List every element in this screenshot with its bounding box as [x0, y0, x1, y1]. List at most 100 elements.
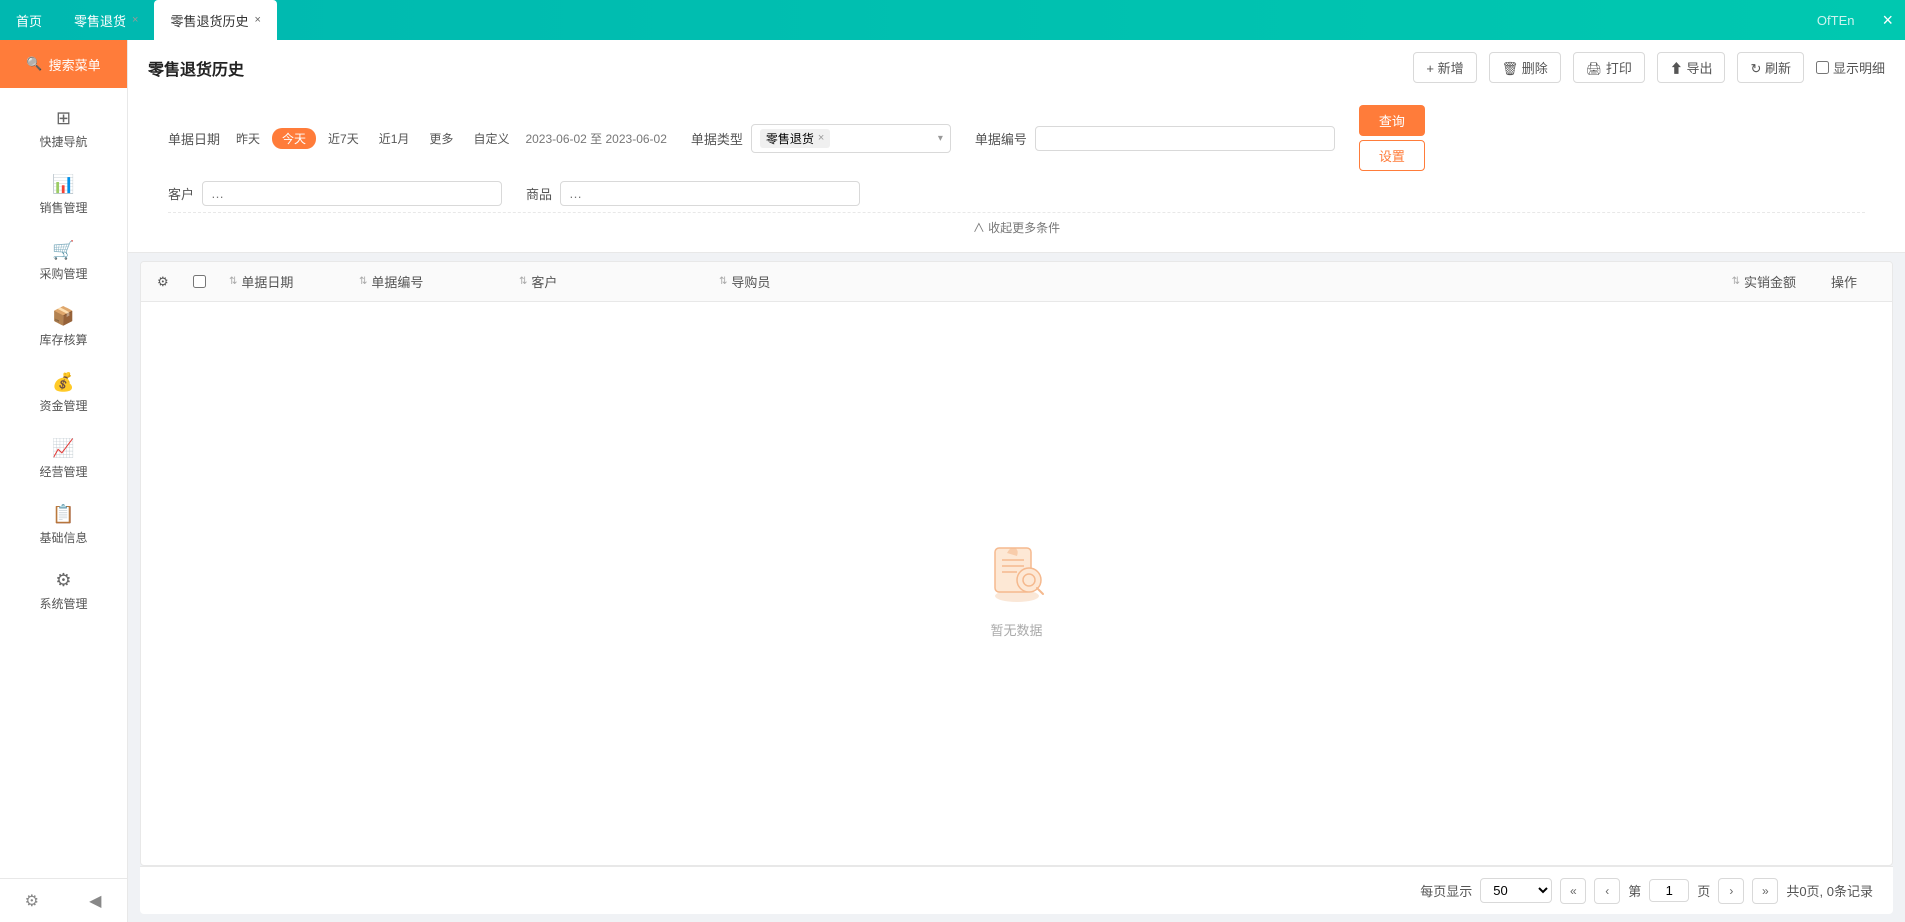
- doc-type-filter: 单据类型 零售退货 × ▾: [691, 124, 951, 153]
- top-bar-right: OfTEn: [1817, 13, 1871, 28]
- sidebar-item-quick-nav[interactable]: ⊞ 快捷导航: [0, 96, 127, 162]
- sales-icon: 📊: [52, 174, 74, 195]
- th-select-all[interactable]: [185, 275, 221, 288]
- show-detail-checkbox-label[interactable]: 显示明细: [1816, 58, 1885, 77]
- sidebar-item-finance[interactable]: 💰 资金管理: [0, 360, 127, 426]
- date-btn-1month[interactable]: 近1月: [371, 128, 418, 149]
- show-detail-checkbox[interactable]: [1816, 61, 1829, 74]
- table-header: ⚙ ⇅ 单据日期 ⇅ 单据编号 ⇅ 客户 ⇅: [141, 262, 1892, 302]
- date-btn-yesterday[interactable]: 昨天: [228, 128, 268, 149]
- date-filter-label: 单据日期: [168, 129, 220, 148]
- sort-icon[interactable]: ⇅: [1732, 276, 1740, 287]
- pagination-bar: 每页显示 50 10 20 100 « ‹ 第 页 › » 共0页, 0条记录: [140, 866, 1893, 914]
- date-btn-more[interactable]: 更多: [421, 128, 461, 149]
- date-range-display: 2023-06-02 至 2023-06-02: [525, 130, 666, 147]
- sidebar-bottom: ⚙ ◀: [0, 878, 127, 922]
- th-gear[interactable]: ⚙: [149, 274, 185, 290]
- sidebar: 🔍 搜索菜单 ⊞ 快捷导航 📊 销售管理 🛒 采购管理 📦 库存核算 💰: [0, 40, 128, 922]
- date-btn-custom[interactable]: 自定义: [465, 128, 517, 149]
- customer-input[interactable]: [202, 181, 502, 206]
- delete-button[interactable]: 🗑 删除: [1489, 52, 1561, 83]
- sidebar-item-label: 系统管理: [39, 595, 87, 612]
- sidebar-search[interactable]: 🔍 搜索菜单: [0, 40, 127, 88]
- sidebar-item-label: 销售管理: [39, 199, 87, 216]
- basic-info-icon: 📋: [52, 504, 74, 525]
- page-number-input[interactable]: [1649, 879, 1689, 902]
- filter-row-2: 客户 商品: [168, 181, 1865, 206]
- doc-no-filter: 单据编号: [975, 126, 1335, 151]
- date-btn-7days[interactable]: 近7天: [320, 128, 367, 149]
- sidebar-item-system[interactable]: ⚙ 系统管理: [0, 558, 127, 624]
- tab-retail-return-history[interactable]: 零售退货历史 ×: [154, 0, 276, 40]
- collapse-sidebar-button[interactable]: ◀: [64, 879, 128, 922]
- often-text: OfTEn: [1817, 13, 1855, 28]
- sidebar-item-label: 采购管理: [39, 265, 87, 282]
- print-button[interactable]: 🖨 打印: [1573, 52, 1645, 83]
- sidebar-search-label: 搜索菜单: [49, 55, 101, 74]
- select-all-checkbox[interactable]: [193, 275, 206, 288]
- goods-label: 商品: [526, 184, 552, 203]
- collapse-conditions-button[interactable]: ∧ 收起更多条件: [168, 212, 1865, 242]
- tab-home[interactable]: 首页: [0, 0, 58, 40]
- last-page-button[interactable]: »: [1752, 878, 1778, 904]
- sidebar-item-sales[interactable]: 📊 销售管理: [0, 162, 127, 228]
- doc-type-select[interactable]: 零售退货 ×: [751, 124, 951, 153]
- query-button[interactable]: 查询: [1359, 105, 1425, 136]
- sidebar-item-basic-info[interactable]: 📋 基础信息: [0, 492, 127, 558]
- first-page-button[interactable]: «: [1560, 878, 1586, 904]
- sidebar-item-label: 基础信息: [39, 529, 87, 546]
- main-layout: 🔍 搜索菜单 ⊞ 快捷导航 📊 销售管理 🛒 采购管理 📦 库存核算 💰: [0, 40, 1905, 922]
- per-page-select[interactable]: 50 10 20 100: [1480, 878, 1552, 903]
- inventory-icon: 📦: [52, 306, 74, 327]
- doc-no-input[interactable]: [1035, 126, 1335, 151]
- next-page-button[interactable]: ›: [1718, 878, 1744, 904]
- empty-text: 暂无数据: [990, 620, 1042, 639]
- sort-icon[interactable]: ⇅: [229, 276, 237, 287]
- finance-icon: 💰: [52, 372, 74, 393]
- doc-type-select-wrapper: 零售退货 × ▾: [751, 124, 951, 153]
- th-guide: ⇅ 导购员: [711, 272, 871, 291]
- th-doc-no: ⇅ 单据编号: [351, 272, 511, 291]
- action-buttons: 查询 设置: [1359, 105, 1425, 171]
- page-label-prefix: 第: [1628, 881, 1641, 900]
- refresh-button[interactable]: ↻ 刷新: [1737, 52, 1804, 83]
- set-button[interactable]: 设置: [1359, 140, 1425, 171]
- table-area: ⚙ ⇅ 单据日期 ⇅ 单据编号 ⇅ 客户 ⇅: [140, 261, 1893, 866]
- sidebar-item-inventory[interactable]: 📦 库存核算: [0, 294, 127, 360]
- th-date: ⇅ 单据日期: [221, 272, 351, 291]
- prev-page-button[interactable]: ‹: [1594, 878, 1620, 904]
- page-title-row: 零售退货历史 + 新增 🗑 删除 🖨 打印 ⬆ 导出 ↻ 刷新 显示明细: [148, 52, 1885, 83]
- date-btn-today[interactable]: 今天: [272, 128, 316, 149]
- sidebar-item-operations[interactable]: 📈 经营管理: [0, 426, 127, 492]
- doc-type-label: 单据类型: [691, 129, 743, 148]
- filter-row-1: 单据日期 昨天 今天 近7天 近1月 更多 自定义 2023-06-02 至 2…: [168, 105, 1865, 171]
- total-label: 共0页, 0条记录: [1786, 881, 1873, 900]
- quick-nav-icon: ⊞: [56, 108, 71, 129]
- doc-type-tag-close[interactable]: ×: [818, 132, 824, 144]
- system-icon: ⚙: [55, 570, 71, 591]
- operations-icon: 📈: [52, 438, 74, 459]
- export-button[interactable]: ⬆ 导出: [1657, 52, 1726, 83]
- sidebar-item-purchase[interactable]: 🛒 采购管理: [0, 228, 127, 294]
- tab-retail-return-history-close[interactable]: ×: [254, 14, 260, 26]
- tab-retail-return-close[interactable]: ×: [132, 14, 138, 26]
- sidebar-item-label: 快捷导航: [39, 133, 87, 150]
- search-icon: 🔍: [26, 56, 42, 72]
- tab-retail-return[interactable]: 零售退货 ×: [58, 0, 154, 40]
- gear-icon[interactable]: ⚙: [157, 274, 169, 290]
- window-close-button[interactable]: ×: [1870, 10, 1905, 31]
- toolbar: + 新增 🗑 删除 🖨 打印 ⬆ 导出 ↻ 刷新 显示明细: [1413, 52, 1885, 83]
- th-operation: 操作: [1804, 272, 1884, 291]
- sort-icon[interactable]: ⇅: [719, 276, 727, 287]
- sort-icon[interactable]: ⇅: [519, 276, 527, 287]
- new-button[interactable]: + 新增: [1413, 52, 1476, 83]
- sidebar-nav: ⊞ 快捷导航 📊 销售管理 🛒 采购管理 📦 库存核算 💰 资金管理 📈: [0, 88, 127, 878]
- sort-icon[interactable]: ⇅: [359, 276, 367, 287]
- settings-button[interactable]: ⚙: [0, 879, 64, 922]
- top-bar: 首页 零售退货 × 零售退货历史 × OfTEn ×: [0, 0, 1905, 40]
- sidebar-item-label: 资金管理: [39, 397, 87, 414]
- goods-filter: 商品: [526, 181, 860, 206]
- page-title: 零售退货历史: [148, 56, 244, 80]
- goods-input[interactable]: [560, 181, 860, 206]
- page-label-suffix: 页: [1697, 881, 1710, 900]
